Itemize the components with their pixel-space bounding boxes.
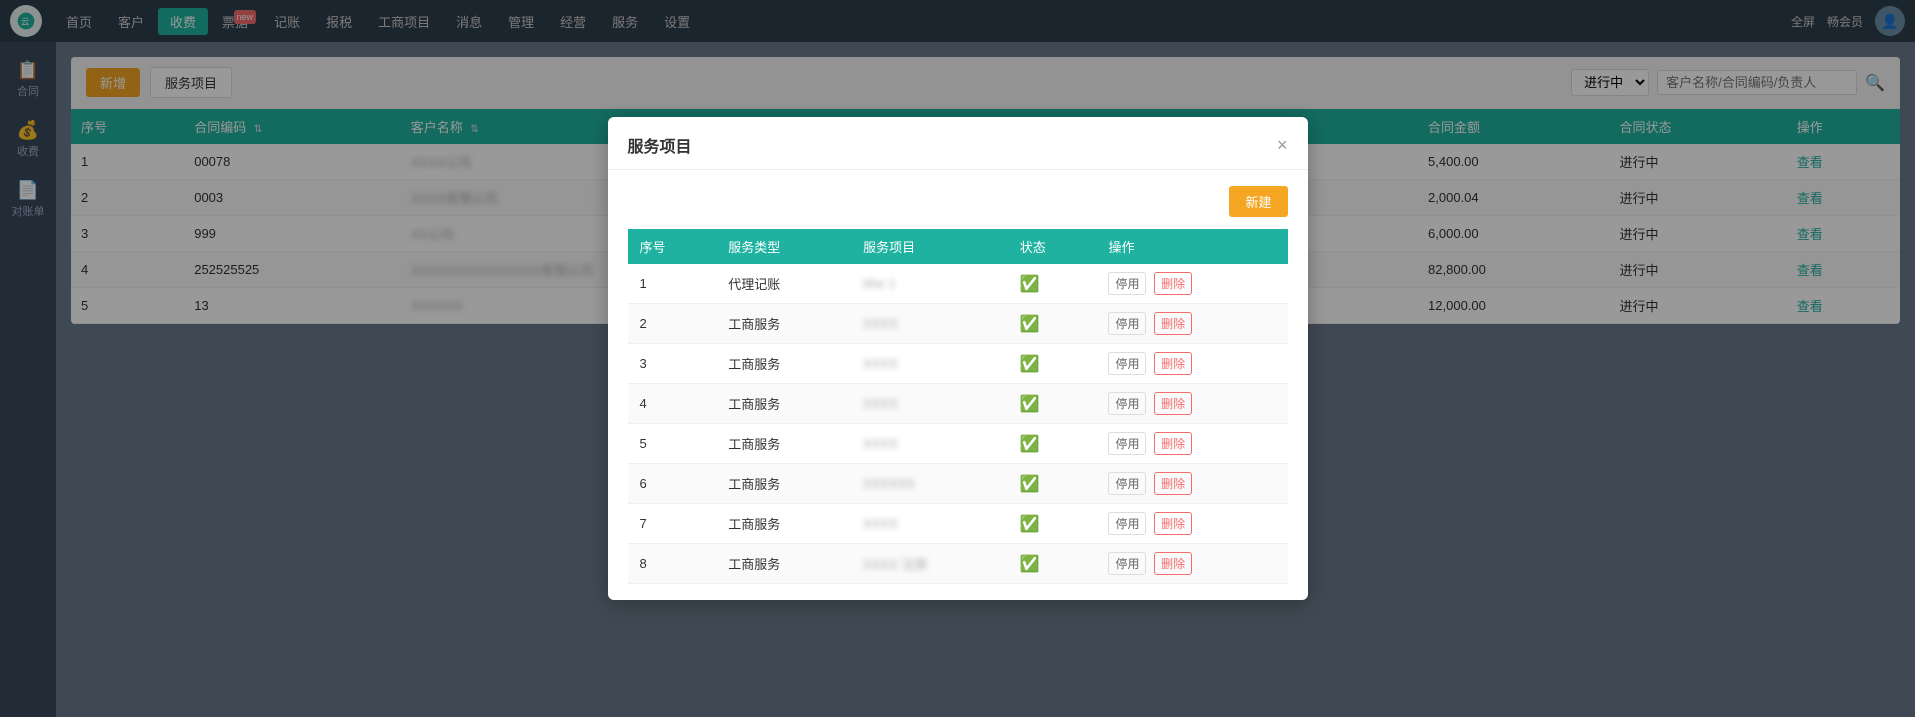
modal-cell-action: 停用 删除 (1096, 424, 1287, 464)
modal-cell-status: ✅ (1008, 504, 1097, 544)
modal-cell-action: 停用 删除 (1096, 264, 1287, 304)
delete-button[interactable]: 删除 (1154, 312, 1192, 335)
modal-cell-status: ✅ (1008, 544, 1097, 584)
modal-cell-item: Ithe 1 (851, 264, 1008, 304)
modal: 服务项目 × 新建 序号 服务类型 服务项目 状态 操作 1 (608, 117, 1308, 600)
modal-cell-type: 工商服务 (716, 384, 851, 424)
modal-cell-no: 2 (628, 304, 717, 344)
modal-col-no: 序号 (628, 229, 717, 264)
modal-cell-status: ✅ (1008, 384, 1097, 424)
delete-button[interactable]: 删除 (1154, 472, 1192, 495)
modal-cell-item: XXXX (851, 344, 1008, 384)
modal-table-row: 5 工商服务 XXXX ✅ 停用 删除 (628, 424, 1288, 464)
modal-col-item: 服务项目 (851, 229, 1008, 264)
stop-button[interactable]: 停用 (1108, 392, 1146, 415)
modal-table-row: 6 工商服务 XXXXXX ✅ 停用 删除 (628, 464, 1288, 504)
modal-table-row: 1 代理记账 Ithe 1 ✅ 停用 删除 (628, 264, 1288, 304)
modal-table-row: 4 工商服务 XXXX ✅ 停用 删除 (628, 384, 1288, 424)
modal-cell-item: XXXX (851, 384, 1008, 424)
modal-table-row: 3 工商服务 XXXX ✅ 停用 删除 (628, 344, 1288, 384)
modal-table: 序号 服务类型 服务项目 状态 操作 1 代理记账 Ithe 1 ✅ 停用 删除… (628, 229, 1288, 584)
modal-body: 新建 序号 服务类型 服务项目 状态 操作 1 代理记账 Ithe 1 ✅ (608, 170, 1308, 600)
modal-cell-no: 7 (628, 504, 717, 544)
modal-cell-item: XXXX 注册 (851, 544, 1008, 584)
modal-cell-item: XXXX (851, 304, 1008, 344)
modal-cell-status: ✅ (1008, 464, 1097, 504)
delete-button[interactable]: 删除 (1154, 272, 1192, 295)
modal-cell-type: 工商服务 (716, 504, 851, 544)
stop-button[interactable]: 停用 (1108, 312, 1146, 335)
modal-cell-action: 停用 删除 (1096, 504, 1287, 544)
modal-cell-type: 工商服务 (716, 344, 851, 384)
delete-button[interactable]: 删除 (1154, 432, 1192, 455)
status-check-icon: ✅ (1020, 556, 1040, 573)
modal-cell-type: 工商服务 (716, 424, 851, 464)
stop-button[interactable]: 停用 (1108, 552, 1146, 575)
modal-cell-item: XXXXXX (851, 464, 1008, 504)
modal-cell-no: 1 (628, 264, 717, 304)
modal-cell-type: 代理记账 (716, 264, 851, 304)
modal-cell-no: 5 (628, 424, 717, 464)
modal-cell-no: 4 (628, 384, 717, 424)
modal-close-button[interactable]: × (1277, 135, 1288, 156)
modal-overlay[interactable]: 服务项目 × 新建 序号 服务类型 服务项目 状态 操作 1 (0, 0, 1915, 717)
modal-table-row: 2 工商服务 XXXX ✅ 停用 删除 (628, 304, 1288, 344)
modal-cell-action: 停用 删除 (1096, 464, 1287, 504)
delete-button[interactable]: 删除 (1154, 392, 1192, 415)
modal-cell-no: 3 (628, 344, 717, 384)
modal-title: 服务项目 (628, 133, 692, 157)
modal-cell-status: ✅ (1008, 424, 1097, 464)
modal-cell-type: 工商服务 (716, 464, 851, 504)
modal-col-action: 操作 (1096, 229, 1287, 264)
stop-button[interactable]: 停用 (1108, 352, 1146, 375)
modal-col-status: 状态 (1008, 229, 1097, 264)
stop-button[interactable]: 停用 (1108, 472, 1146, 495)
stop-button[interactable]: 停用 (1108, 512, 1146, 535)
modal-cell-status: ✅ (1008, 304, 1097, 344)
modal-cell-action: 停用 删除 (1096, 384, 1287, 424)
modal-cell-type: 工商服务 (716, 544, 851, 584)
status-check-icon: ✅ (1020, 276, 1040, 293)
modal-cell-action: 停用 删除 (1096, 304, 1287, 344)
stop-button[interactable]: 停用 (1108, 432, 1146, 455)
modal-cell-status: ✅ (1008, 344, 1097, 384)
modal-cell-type: 工商服务 (716, 304, 851, 344)
modal-col-type: 服务类型 (716, 229, 851, 264)
modal-cell-item: XXXX (851, 424, 1008, 464)
status-check-icon: ✅ (1020, 436, 1040, 453)
modal-cell-item: XXXX (851, 504, 1008, 544)
status-check-icon: ✅ (1020, 316, 1040, 333)
stop-button[interactable]: 停用 (1108, 272, 1146, 295)
modal-cell-action: 停用 删除 (1096, 544, 1287, 584)
modal-header: 服务项目 × (608, 117, 1308, 170)
delete-button[interactable]: 删除 (1154, 512, 1192, 535)
modal-cell-status: ✅ (1008, 264, 1097, 304)
modal-cell-no: 6 (628, 464, 717, 504)
status-check-icon: ✅ (1020, 516, 1040, 533)
modal-table-row: 7 工商服务 XXXX ✅ 停用 删除 (628, 504, 1288, 544)
status-check-icon: ✅ (1020, 356, 1040, 373)
modal-cell-no: 8 (628, 544, 717, 584)
delete-button[interactable]: 删除 (1154, 352, 1192, 375)
new-service-button[interactable]: 新建 (1229, 186, 1287, 217)
status-check-icon: ✅ (1020, 396, 1040, 413)
modal-toolbar: 新建 (628, 186, 1288, 217)
status-check-icon: ✅ (1020, 476, 1040, 493)
modal-cell-action: 停用 删除 (1096, 344, 1287, 384)
delete-button[interactable]: 删除 (1154, 552, 1192, 575)
modal-table-row: 8 工商服务 XXXX 注册 ✅ 停用 删除 (628, 544, 1288, 584)
